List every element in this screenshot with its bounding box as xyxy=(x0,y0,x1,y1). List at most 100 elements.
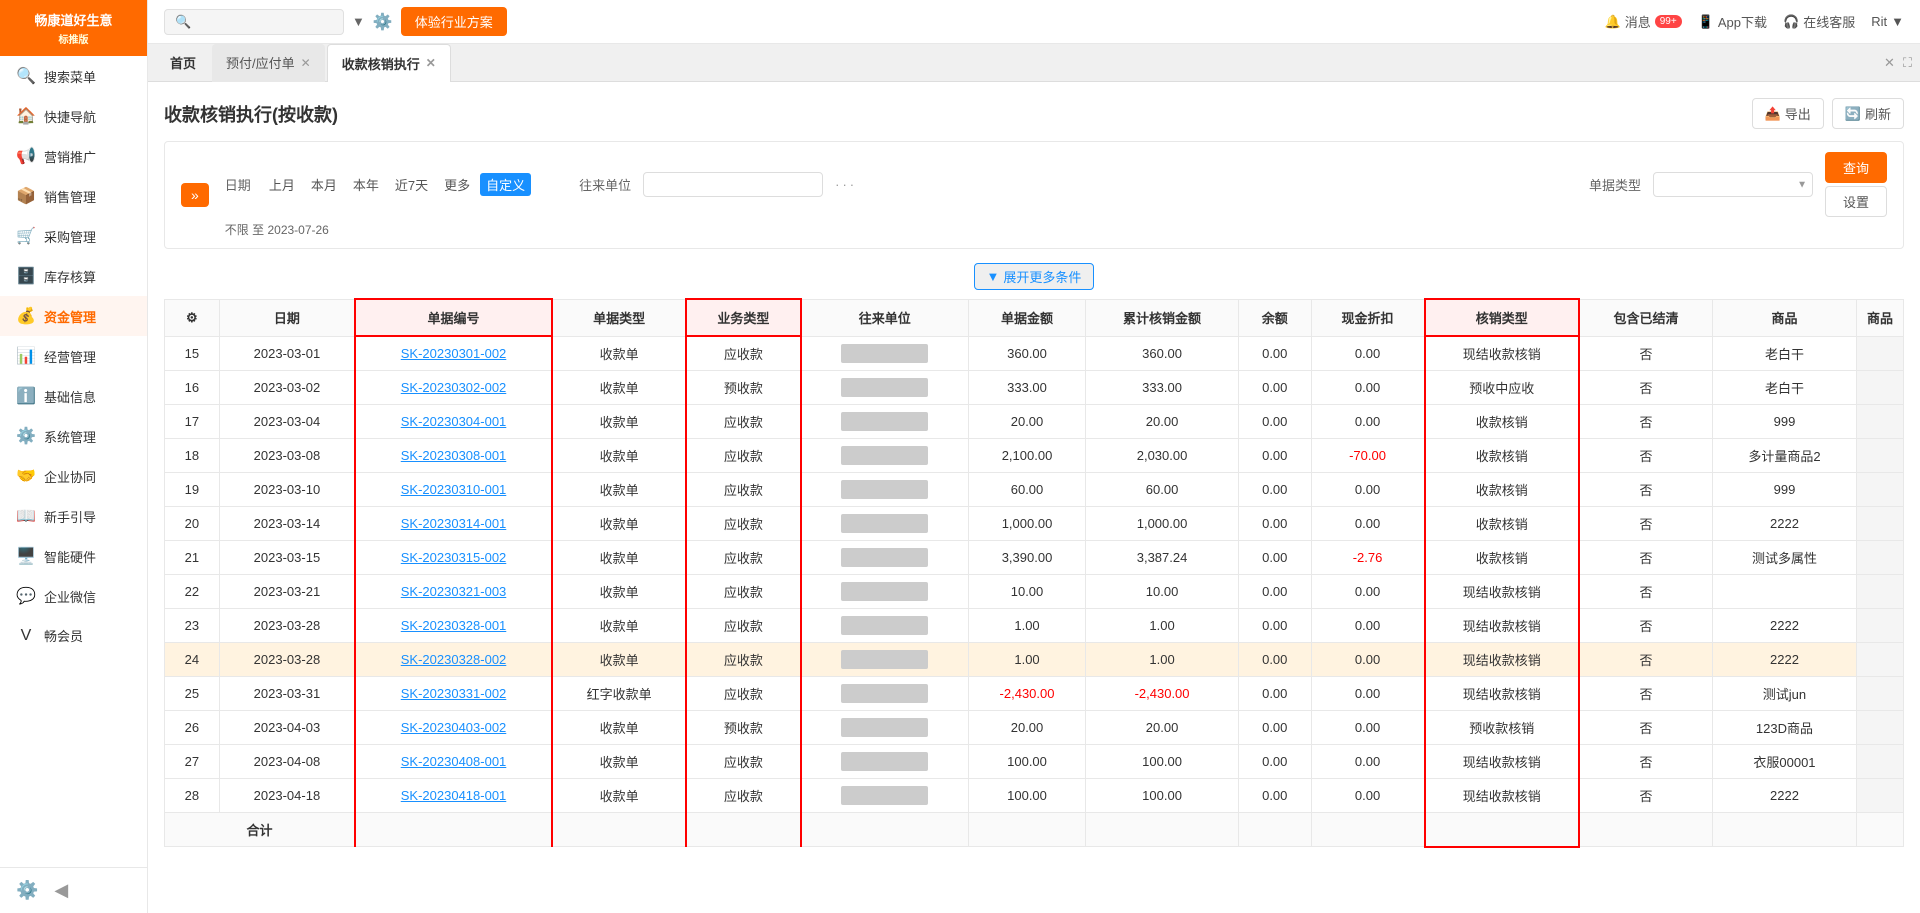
cell-voucher-no[interactable]: SK-20230331-002 xyxy=(355,677,552,711)
sidebar-item-member[interactable]: V 畅会员 xyxy=(0,616,147,655)
date-opt-this-year[interactable]: 本年 xyxy=(347,173,385,196)
refresh-button[interactable]: 🔄 刷新 xyxy=(1832,98,1904,129)
th-product[interactable]: 商品 xyxy=(1712,299,1856,336)
cell-voucher-type: 收款单 xyxy=(552,643,686,677)
voucher-no-link[interactable]: SK-20230328-001 xyxy=(401,618,507,633)
topbar-search[interactable]: 🔍 xyxy=(164,9,344,35)
tab-home[interactable]: 首页 xyxy=(156,44,210,82)
cell-writeoff-type: 现结收款核销 xyxy=(1425,779,1579,813)
sidebar: 畅康道好生意 标推版 🔍 搜索菜单 🏠 快捷导航 📢 营销推广 📦 销售管理 🛒… xyxy=(0,0,148,913)
cell-voucher-no[interactable]: SK-20230328-001 xyxy=(355,609,552,643)
expand-button[interactable]: ▼ 展开更多条件 xyxy=(974,263,1095,290)
cell-voucher-no[interactable]: SK-20230302-002 xyxy=(355,371,552,405)
settings-gear-icon[interactable]: ⚙️ xyxy=(16,880,38,901)
th-writeoff-type[interactable]: 核销类型 xyxy=(1425,299,1579,336)
sidebar-item-hardware[interactable]: 🖥️ 智能硬件 xyxy=(0,536,147,576)
sidebar-item-system[interactable]: ⚙️ 系统管理 xyxy=(0,416,147,456)
tab-payable-close-icon[interactable]: ✕ xyxy=(301,56,311,70)
date-opt-more[interactable]: 更多 xyxy=(438,173,476,196)
export-button[interactable]: 📤 导出 xyxy=(1752,98,1824,129)
tab-close-all-icon[interactable]: ✕ xyxy=(1884,55,1895,71)
cell-voucher-no[interactable]: SK-20230403-002 xyxy=(355,711,552,745)
cell-balance: 0.00 xyxy=(1238,745,1311,779)
voucher-no-link[interactable]: SK-20230403-002 xyxy=(401,720,507,735)
cell-voucher-no[interactable]: SK-20230314-001 xyxy=(355,507,552,541)
date-opt-this-month[interactable]: 本月 xyxy=(305,173,343,196)
sidebar-item-marketing[interactable]: 📢 营销推广 xyxy=(0,136,147,176)
voucher-no-link[interactable]: SK-20230418-001 xyxy=(401,788,507,803)
date-opt-7days[interactable]: 近7天 xyxy=(389,173,434,196)
cell-voucher-no[interactable]: SK-20230328-002 xyxy=(355,643,552,677)
sidebar-item-finance[interactable]: 💰 资金管理 xyxy=(0,296,147,336)
cell-voucher-no[interactable]: SK-20230304-001 xyxy=(355,405,552,439)
sidebar-item-sales[interactable]: 📦 销售管理 xyxy=(0,176,147,216)
date-opt-custom[interactable]: 自定义 xyxy=(480,173,531,196)
voucher-no-link[interactable]: SK-20230308-001 xyxy=(401,448,507,463)
voucher-no-link[interactable]: SK-20230314-001 xyxy=(401,516,507,531)
setting-button[interactable]: 设置 xyxy=(1825,186,1887,217)
th-amount[interactable]: 单据金额 xyxy=(968,299,1085,336)
sidebar-item-operation[interactable]: 📊 经营管理 xyxy=(0,336,147,376)
online-service-item[interactable]: 🎧 在线客服 xyxy=(1783,12,1855,31)
tab-expand-icon[interactable]: ⛶ xyxy=(1903,55,1912,71)
cell-voucher-no[interactable]: SK-20230315-002 xyxy=(355,541,552,575)
sidebar-collapse-icon[interactable]: ◀ xyxy=(54,880,68,901)
sidebar-item-label: 销售管理 xyxy=(44,187,96,206)
cell-voucher-no[interactable]: SK-20230418-001 xyxy=(355,779,552,813)
voucher-no-link[interactable]: SK-20230315-002 xyxy=(401,550,507,565)
dropdown-arrow-icon[interactable]: ▼ xyxy=(352,14,365,29)
app-download-item[interactable]: 📱 App下载 xyxy=(1698,12,1767,31)
cell-include-settled: 否 xyxy=(1579,745,1713,779)
cell-voucher-no[interactable]: SK-20230308-001 xyxy=(355,439,552,473)
sidebar-item-guide[interactable]: 📖 新手引导 xyxy=(0,496,147,536)
sidebar-item-inventory[interactable]: 🗄️ 库存核算 xyxy=(0,256,147,296)
tab-receivable[interactable]: 收款核销执行 ✕ xyxy=(327,44,451,82)
th-date[interactable]: 日期 xyxy=(219,299,355,336)
cell-voucher-type: 收款单 xyxy=(552,405,686,439)
sidebar-item-purchase[interactable]: 🛒 采购管理 xyxy=(0,216,147,256)
voucher-no-link[interactable]: SK-20230328-002 xyxy=(401,652,507,667)
voucher-no-link[interactable]: SK-20230408-001 xyxy=(401,754,507,769)
th-biz-type[interactable]: 业务类型 xyxy=(686,299,800,336)
notification-item[interactable]: 🔔 消息 99+ xyxy=(1605,12,1682,31)
th-total-writeoff[interactable]: 累计核销金额 xyxy=(1086,299,1239,336)
th-voucher-type[interactable]: 单据类型 xyxy=(552,299,686,336)
cell-voucher-no[interactable]: SK-20230310-001 xyxy=(355,473,552,507)
voucher-no-link[interactable]: SK-20230301-002 xyxy=(401,346,507,361)
cell-voucher-type: 收款单 xyxy=(552,575,686,609)
sidebar-item-basic[interactable]: ℹ️ 基础信息 xyxy=(0,376,147,416)
voucher-type-select[interactable] xyxy=(1653,172,1813,197)
th-cash-discount[interactable]: 现金折扣 xyxy=(1311,299,1424,336)
user-avatar[interactable]: Rit ▼ xyxy=(1871,14,1904,29)
solution-button[interactable]: 体验行业方案 xyxy=(401,7,507,36)
sidebar-item-weixin[interactable]: 💬 企业微信 xyxy=(0,576,147,616)
th-balance[interactable]: 余额 xyxy=(1238,299,1311,336)
partner-input[interactable] xyxy=(643,172,823,197)
voucher-no-link[interactable]: SK-20230310-001 xyxy=(401,482,507,497)
voucher-no-link[interactable]: SK-20230304-001 xyxy=(401,414,507,429)
voucher-no-link[interactable]: SK-20230302-002 xyxy=(401,380,507,395)
th-include-settled[interactable]: 包含已结清 xyxy=(1579,299,1713,336)
filter-toggle-button[interactable]: » xyxy=(181,183,209,207)
cell-product: 老白干 xyxy=(1712,371,1856,405)
th-product2[interactable]: 商品 xyxy=(1856,299,1903,336)
th-voucher-no[interactable]: 单据编号 xyxy=(355,299,552,336)
cell-include-settled: 否 xyxy=(1579,473,1713,507)
voucher-no-link[interactable]: SK-20230321-003 xyxy=(401,584,507,599)
sidebar-item-enterprise[interactable]: 🤝 企业协同 xyxy=(0,456,147,496)
sidebar-item-search[interactable]: 🔍 搜索菜单 xyxy=(0,56,147,96)
cell-voucher-no[interactable]: SK-20230408-001 xyxy=(355,745,552,779)
tab-payable[interactable]: 预付/应付单 ✕ xyxy=(212,44,325,82)
th-partner[interactable]: 往来单位 xyxy=(801,299,969,336)
cell-voucher-no[interactable]: SK-20230321-003 xyxy=(355,575,552,609)
sidebar-item-label: 企业微信 xyxy=(44,587,96,606)
cell-cash-discount: 0.00 xyxy=(1311,575,1424,609)
gear-icon[interactable]: ⚙️ xyxy=(373,12,393,32)
query-button[interactable]: 查询 xyxy=(1825,152,1887,183)
th-gear[interactable]: ⚙ xyxy=(165,299,220,336)
sidebar-item-quick[interactable]: 🏠 快捷导航 xyxy=(0,96,147,136)
date-opt-last-month[interactable]: 上月 xyxy=(263,173,301,196)
tab-receivable-close-icon[interactable]: ✕ xyxy=(426,56,436,70)
cell-voucher-no[interactable]: SK-20230301-002 xyxy=(355,336,552,371)
voucher-no-link[interactable]: SK-20230331-002 xyxy=(401,686,507,701)
